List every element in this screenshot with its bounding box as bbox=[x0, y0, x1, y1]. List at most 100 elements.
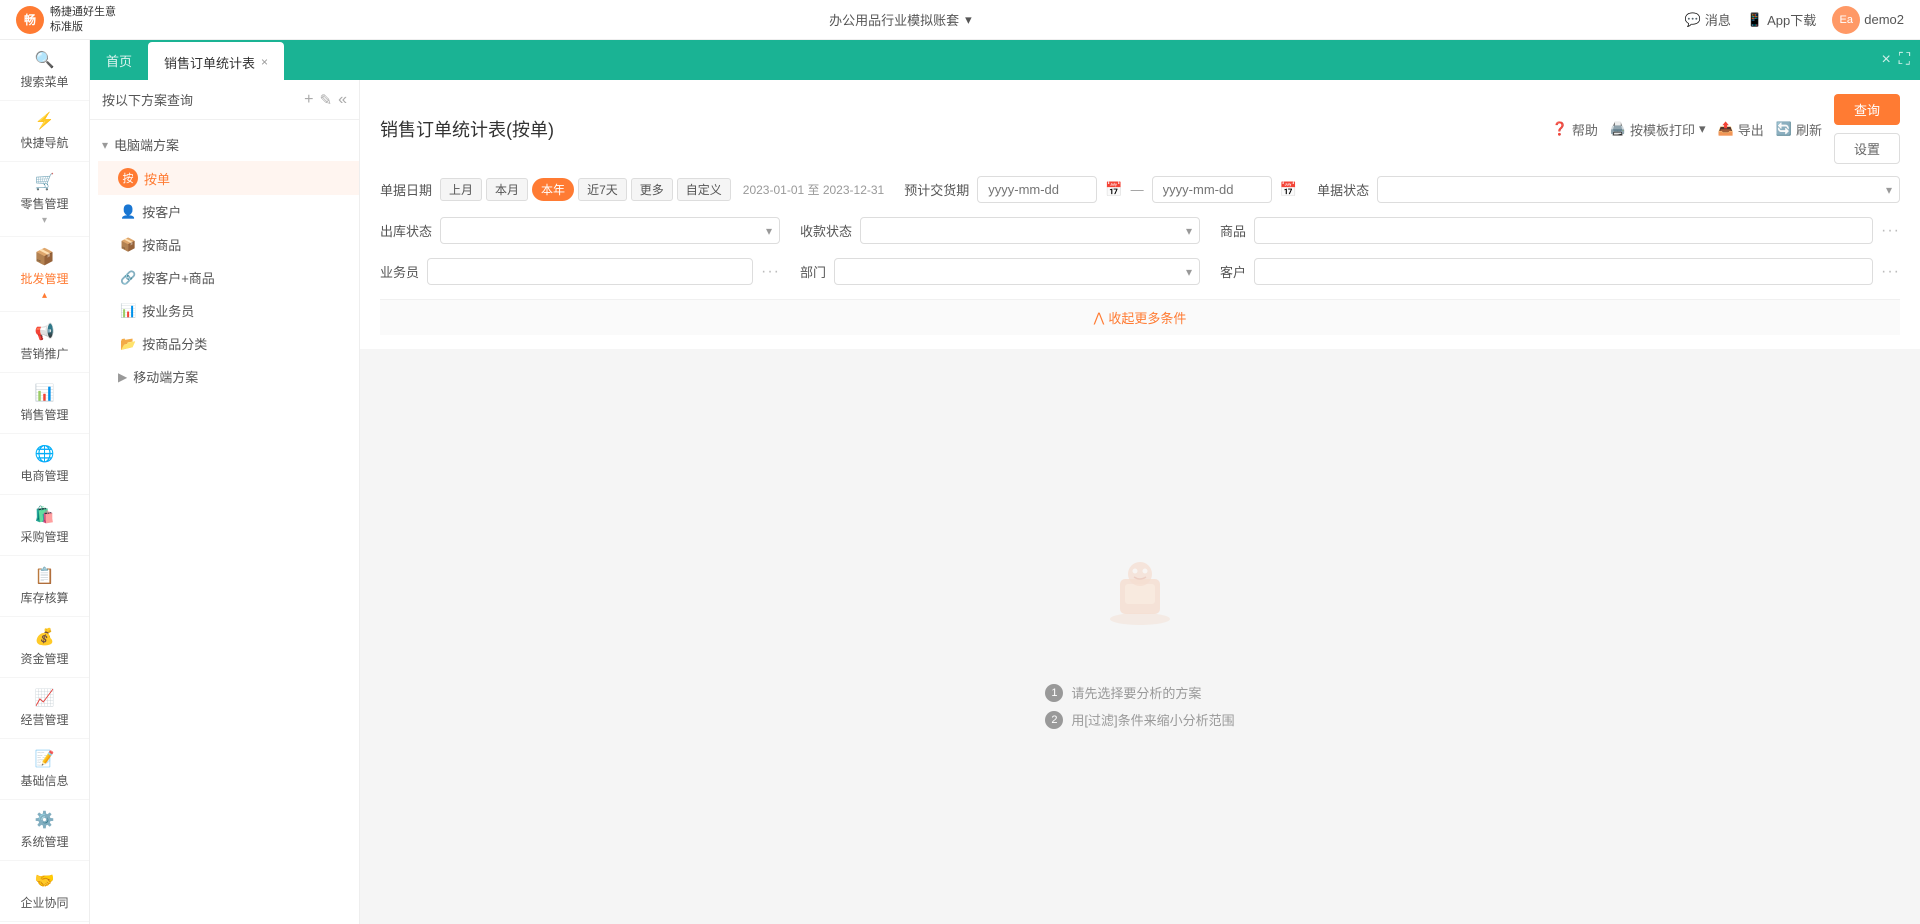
delivery-status-select[interactable] bbox=[440, 217, 780, 244]
tree: ▾ 电脑端方案 按 按单 👤 按客户 bbox=[90, 120, 359, 401]
tab-close-btn[interactable]: × bbox=[261, 55, 268, 69]
system-icon: ⚙️ bbox=[35, 810, 55, 830]
sidebar-item-purchase[interactable]: 🛍️ 采购管理 bbox=[0, 495, 89, 556]
user-avatar[interactable]: Ea demo2 bbox=[1832, 6, 1904, 34]
sidebar-item-enterprise[interactable]: 🤝 企业协同 bbox=[0, 861, 89, 922]
date-dash: — bbox=[1131, 182, 1144, 197]
date-btn-7days[interactable]: 近7天 bbox=[578, 178, 627, 201]
date-btn-this-month[interactable]: 本月 bbox=[486, 178, 528, 201]
sidebar-item-retail[interactable]: 🛒 零售管理 ▾ bbox=[0, 162, 89, 237]
sidebar-item-system[interactable]: ⚙️ 系统管理 bbox=[0, 800, 89, 861]
order-status-select[interactable] bbox=[1377, 176, 1900, 203]
empty-state: 1 请先选择要分析的方案 2 用[过滤]条件来缩小分析范围 bbox=[360, 349, 1920, 924]
by-goods-icon: 📦 bbox=[120, 237, 136, 253]
calendar-end-icon[interactable]: 📅 bbox=[1280, 181, 1297, 198]
main-layout: 🔍 搜索菜单 ⚡ 快捷导航 🛒 零售管理 ▾ 📦 批发管理 ▴ 📢 营销推广 📊… bbox=[0, 40, 1920, 924]
export-btn[interactable]: 📤 导出 bbox=[1718, 120, 1764, 139]
payment-status-select[interactable] bbox=[860, 217, 1200, 244]
sidebar-item-marketing[interactable]: 📢 营销推广 bbox=[0, 312, 89, 373]
page-header: 销售订单统计表(按单) ❓ 帮助 🖨️ 按模板打印 ▾ bbox=[380, 94, 1900, 164]
collapse-panel-btn[interactable]: « bbox=[338, 91, 347, 109]
add-scheme-btn[interactable]: + bbox=[304, 91, 313, 109]
sidebar-item-search[interactable]: 🔍 搜索菜单 bbox=[0, 40, 89, 101]
salesman-input[interactable] bbox=[427, 258, 753, 285]
sidebar-item-wholesale[interactable]: 📦 批发管理 ▴ bbox=[0, 237, 89, 312]
basic-icon: 📝 bbox=[35, 749, 55, 769]
edit-scheme-btn[interactable]: ✎ bbox=[320, 91, 333, 109]
tree-section-pc[interactable]: ▾ 电脑端方案 bbox=[90, 128, 359, 161]
tree-item-by-salesman[interactable]: 📊 按业务员 bbox=[98, 294, 359, 327]
hint-num-2: 2 bbox=[1045, 711, 1063, 729]
left-panel: 按以下方案查询 + ✎ « ▾ 电脑端方案 bbox=[90, 80, 360, 924]
tab-home[interactable]: 首页 bbox=[90, 40, 148, 80]
dept-filter-group: 部门 bbox=[800, 258, 1200, 285]
goods-input[interactable] bbox=[1254, 217, 1873, 244]
marketing-icon: 📢 bbox=[35, 322, 55, 342]
sidebar: 🔍 搜索菜单 ⚡ 快捷导航 🛒 零售管理 ▾ 📦 批发管理 ▴ 📢 营销推广 📊… bbox=[0, 40, 90, 924]
collapse-bar[interactable]: ⋀ 收起更多条件 bbox=[380, 299, 1900, 335]
sidebar-item-ecommerce[interactable]: 🌐 电商管理 bbox=[0, 434, 89, 495]
enterprise-icon: 🤝 bbox=[35, 871, 55, 891]
sidebar-item-sales[interactable]: 📊 销售管理 bbox=[0, 373, 89, 434]
date-btn-more[interactable]: 更多 bbox=[631, 178, 673, 201]
sidebar-item-inventory[interactable]: 📋 库存核算 bbox=[0, 556, 89, 617]
filter-row-2: 出库状态 收款状态 bbox=[380, 217, 1900, 244]
tree-item-by-customer[interactable]: 👤 按客户 bbox=[98, 195, 359, 228]
tree-item-by-cust-goods[interactable]: 🔗 按客户+商品 bbox=[98, 261, 359, 294]
by-category-icon: 📂 bbox=[120, 336, 136, 352]
search-icon: 🔍 bbox=[35, 50, 55, 70]
message-btn[interactable]: 💬 消息 bbox=[1685, 10, 1731, 29]
filter-area: 销售订单统计表(按单) ❓ 帮助 🖨️ 按模板打印 ▾ bbox=[360, 80, 1920, 349]
print-btn[interactable]: 🖨️ 按模板打印 ▾ bbox=[1610, 120, 1706, 139]
tab-controls: × ⛶ bbox=[1881, 51, 1920, 69]
tree-item-by-category[interactable]: 📂 按商品分类 bbox=[98, 327, 359, 360]
dept-select-wrapper bbox=[834, 258, 1200, 285]
page-actions: ❓ 帮助 🖨️ 按模板打印 ▾ 📤 导出 bbox=[1552, 94, 1900, 164]
workspace-selector[interactable]: 办公用品行业模拟账套 ▾ bbox=[829, 10, 972, 29]
date-btn-custom[interactable]: 自定义 bbox=[677, 178, 731, 201]
dept-select[interactable] bbox=[834, 258, 1200, 285]
payment-status-group: 收款状态 bbox=[800, 217, 1200, 244]
tab-maximize-btn[interactable]: ⛶ bbox=[1899, 51, 1910, 69]
tree-children-pc: 按 按单 👤 按客户 📦 按商品 bbox=[90, 161, 359, 360]
app-download-btn[interactable]: 📱 App下载 bbox=[1747, 10, 1816, 29]
workspace-dropdown-icon[interactable]: ▾ bbox=[965, 12, 972, 28]
content-area: 首页 销售订单统计表 × × ⛶ 按以下方案查询 + ✎ « bbox=[90, 40, 1920, 924]
filter-row-3: 业务员 ··· 部门 bbox=[380, 258, 1900, 285]
top-bar: 畅 畅捷通好生意 标准版 办公用品行业模拟账套 ▾ 💬 消息 📱 App下载 E… bbox=[0, 0, 1920, 40]
by-salesman-icon: 📊 bbox=[120, 303, 136, 319]
finance-icon: 💰 bbox=[35, 627, 55, 647]
tab-active[interactable]: 销售订单统计表 × bbox=[148, 42, 284, 82]
logo-area: 畅 畅捷通好生意 标准版 bbox=[16, 5, 116, 34]
sidebar-item-quicknav[interactable]: ⚡ 快捷导航 bbox=[0, 101, 89, 162]
predicted-date-end-input[interactable] bbox=[1152, 176, 1272, 203]
top-bar-right: 💬 消息 📱 App下载 Ea demo2 bbox=[1685, 6, 1904, 34]
app-download-icon: 📱 bbox=[1747, 12, 1763, 28]
date-btn-last-month[interactable]: 上月 bbox=[440, 178, 482, 201]
salesman-picker-btn[interactable]: ··· bbox=[761, 263, 780, 281]
predicted-date-start-input[interactable] bbox=[977, 176, 1097, 203]
customer-filter-group: 客户 ··· bbox=[1220, 258, 1900, 285]
tab-bar: 首页 销售订单统计表 × × ⛶ bbox=[90, 40, 1920, 80]
tab-minimize-btn[interactable]: × bbox=[1881, 51, 1890, 69]
help-btn[interactable]: ❓ 帮助 bbox=[1552, 120, 1598, 139]
date-btn-this-year[interactable]: 本年 bbox=[532, 178, 574, 201]
retail-icon: 🛒 bbox=[35, 172, 55, 192]
customer-picker-btn[interactable]: ··· bbox=[1881, 263, 1900, 281]
quicknav-icon: ⚡ bbox=[35, 111, 55, 131]
print-icon: 🖨️ bbox=[1610, 121, 1626, 137]
empty-hint-1: 1 请先选择要分析的方案 bbox=[1045, 683, 1234, 702]
refresh-btn[interactable]: 🔄 刷新 bbox=[1776, 120, 1822, 139]
sidebar-item-finance[interactable]: 💰 资金管理 bbox=[0, 617, 89, 678]
sidebar-item-operations[interactable]: 📈 经营管理 bbox=[0, 678, 89, 739]
tree-section-mobile[interactable]: ▶ 移动端方案 bbox=[90, 360, 359, 393]
tree-item-by-goods[interactable]: 📦 按商品 bbox=[98, 228, 359, 261]
tree-item-by-order[interactable]: 按 按单 bbox=[98, 161, 359, 195]
collapse-more-btn[interactable]: ⋀ 收起更多条件 bbox=[1094, 308, 1187, 327]
calendar-start-icon[interactable]: 📅 bbox=[1105, 181, 1122, 198]
goods-picker-btn[interactable]: ··· bbox=[1881, 222, 1900, 240]
settings-btn[interactable]: 设置 bbox=[1834, 133, 1900, 164]
customer-input[interactable] bbox=[1254, 258, 1873, 285]
query-btn[interactable]: 查询 bbox=[1834, 94, 1900, 125]
sidebar-item-basic[interactable]: 📝 基础信息 bbox=[0, 739, 89, 800]
